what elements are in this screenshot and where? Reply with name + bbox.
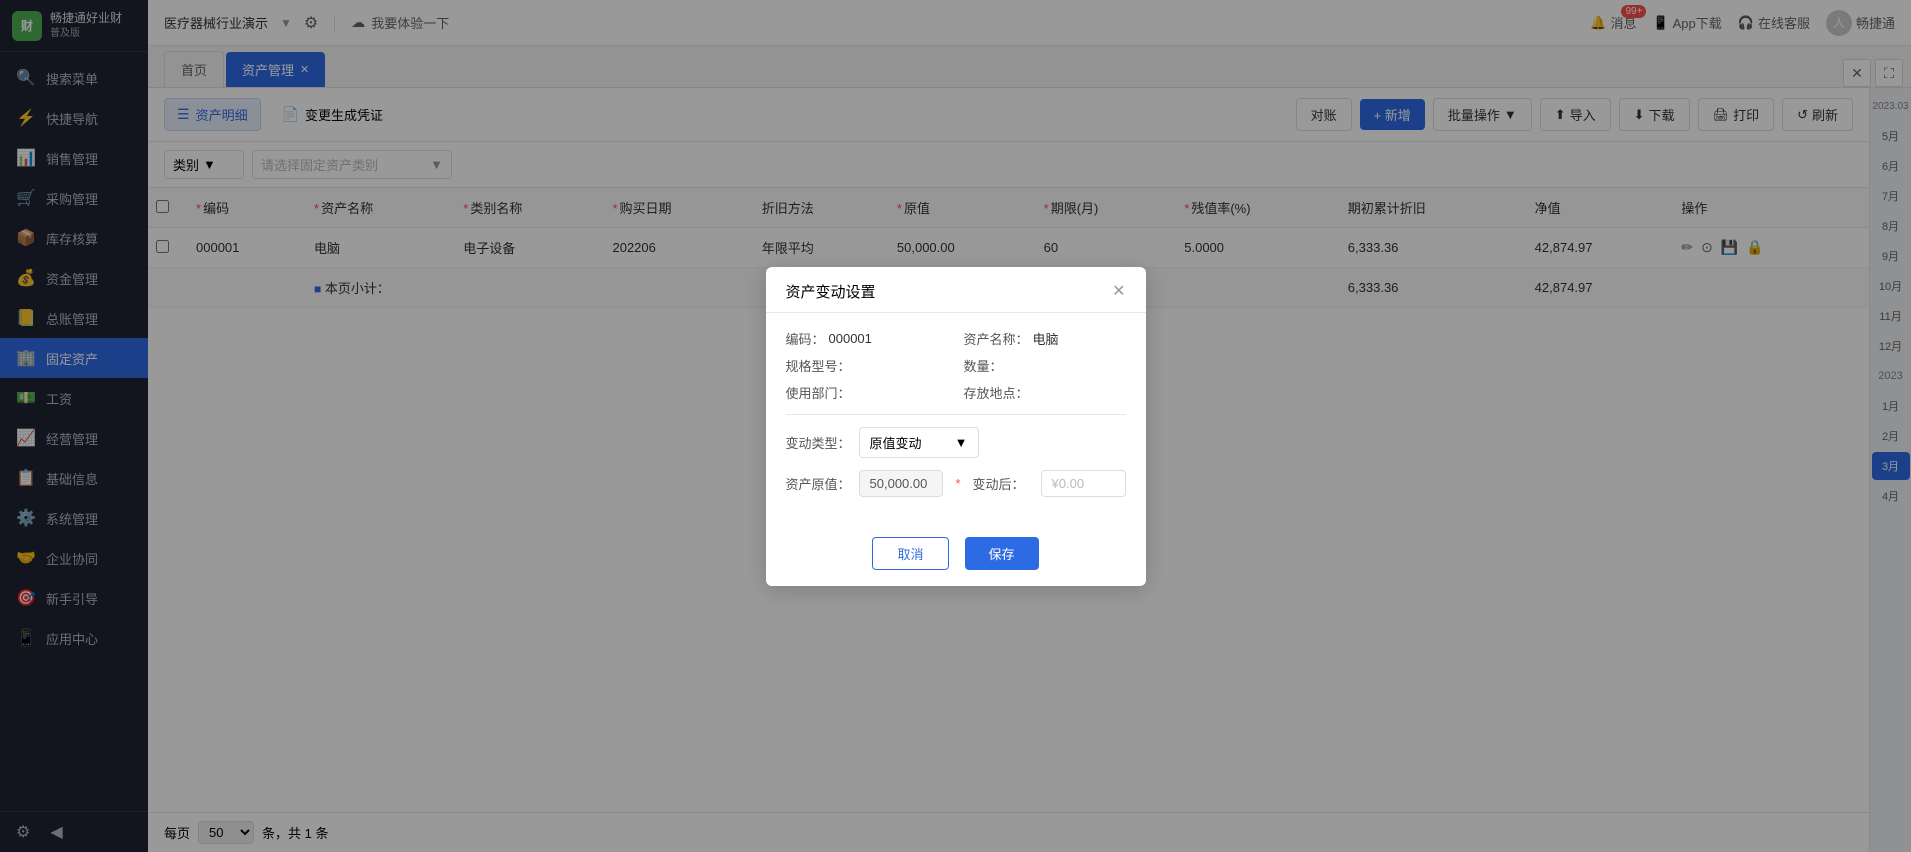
- after-change-input[interactable]: ¥0.00: [1041, 470, 1126, 497]
- change-type-select[interactable]: 原值变动 ▼: [859, 427, 979, 458]
- dialog-divider: [786, 414, 1126, 415]
- dialog-footer: 取消 保存: [766, 525, 1146, 586]
- dialog-close-icon[interactable]: ✕: [1112, 281, 1125, 301]
- modal-overlay: 资产变动设置 ✕ 编码： 000001 资产名称： 电脑 规格型号： 数: [0, 0, 1911, 852]
- dialog-info-section: 编码： 000001 资产名称： 电脑 规格型号： 数量： 使用部门：: [786, 329, 1126, 402]
- original-value-display: 50,000.00: [859, 470, 944, 497]
- dialog-field-spec: 规格型号：: [786, 356, 948, 375]
- dialog-change-type-row: 变动类型： 原值变动 ▼: [786, 427, 1126, 458]
- required-star: *: [955, 476, 960, 491]
- dialog-field-location: 存放地点：: [964, 383, 1126, 402]
- dialog-field-name: 资产名称： 电脑: [964, 329, 1126, 348]
- change-type-chevron-icon: ▼: [955, 435, 968, 450]
- save-button[interactable]: 保存: [965, 537, 1039, 570]
- dialog-header: 资产变动设置 ✕: [766, 267, 1146, 313]
- dialog-field-code: 编码： 000001: [786, 329, 948, 348]
- dialog-field-quantity: 数量：: [964, 356, 1126, 375]
- dialog-field-department: 使用部门：: [786, 383, 948, 402]
- cancel-button[interactable]: 取消: [872, 537, 948, 570]
- asset-change-dialog: 资产变动设置 ✕ 编码： 000001 资产名称： 电脑 规格型号： 数: [766, 267, 1146, 586]
- dialog-value-row: 资产原值： 50,000.00 * 变动后： ¥0.00: [786, 470, 1126, 497]
- dialog-title: 资产变动设置: [786, 281, 876, 302]
- dialog-body: 编码： 000001 资产名称： 电脑 规格型号： 数量： 使用部门：: [766, 313, 1146, 525]
